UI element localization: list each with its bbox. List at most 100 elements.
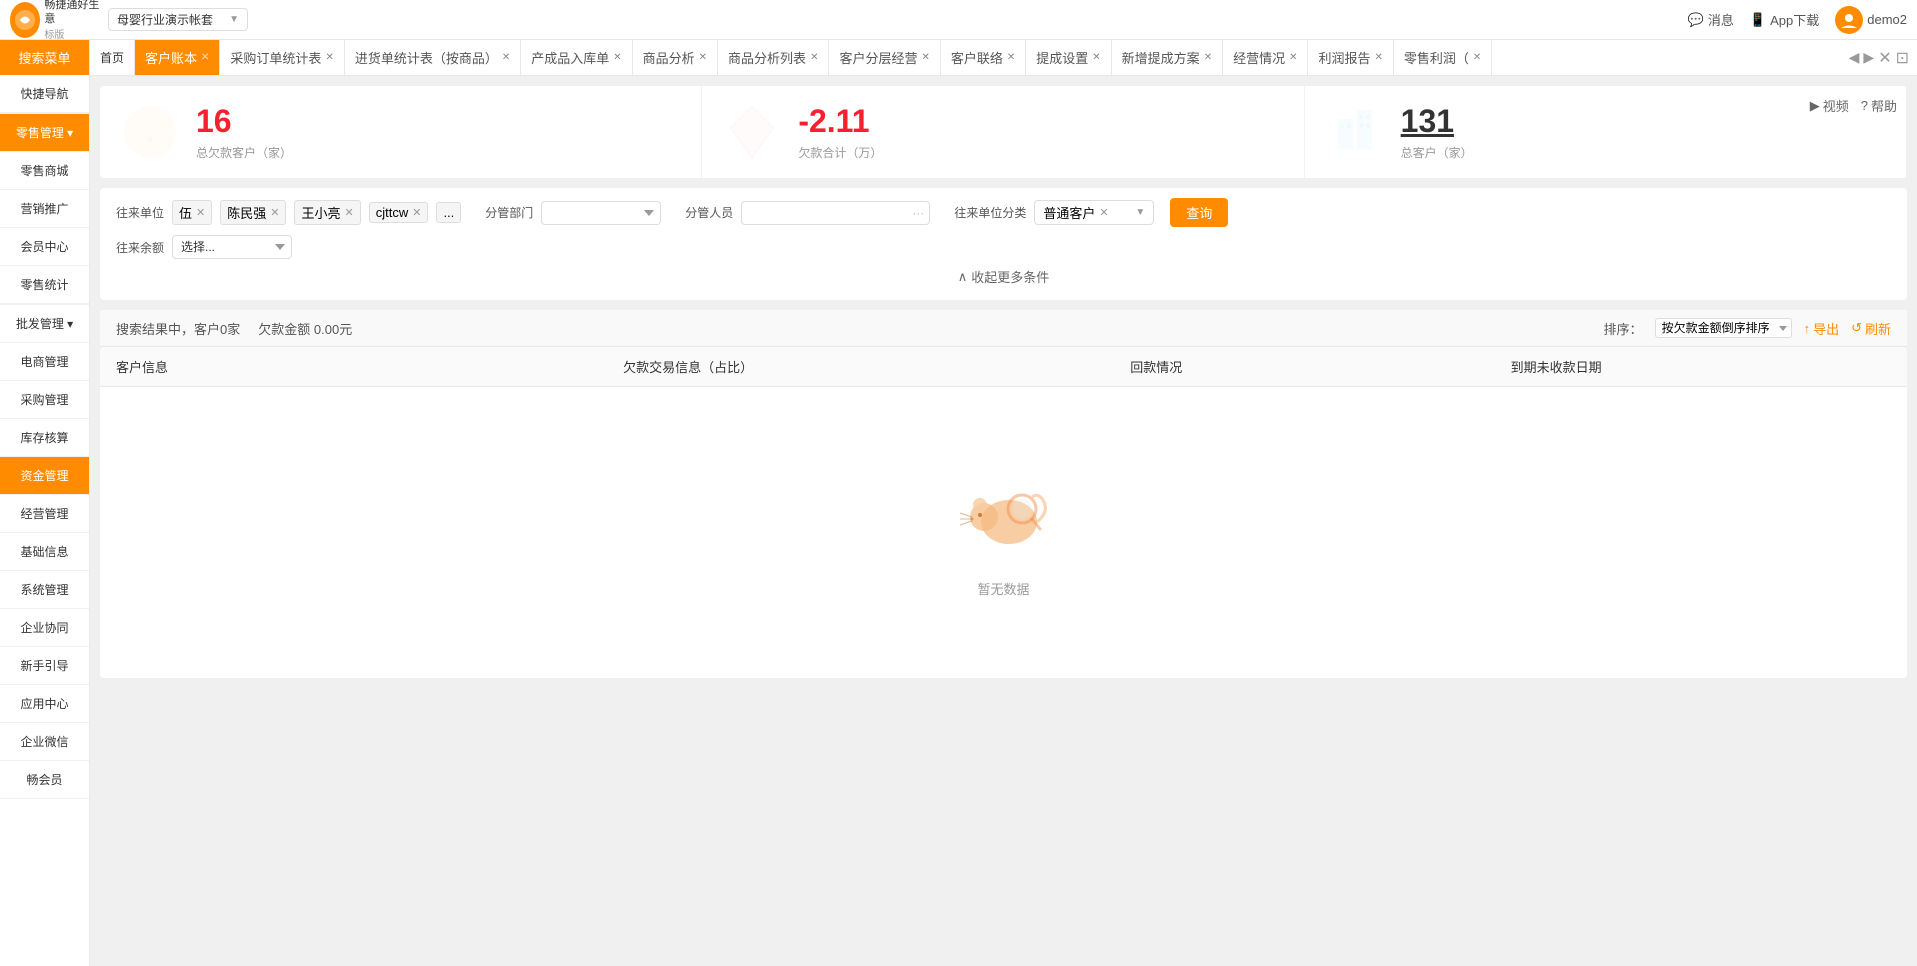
category-select-wrapper[interactable]: 普通客户 ✕ ▼ [1034,200,1154,225]
sidebar-item-retail-stats[interactable]: 零售统计 [0,266,89,304]
person-input-more-icon: ··· [912,206,924,220]
filter-tag-normal-customer: 普通客户 ✕ [1043,203,1108,222]
tab-right-arrow[interactable]: ▶ [1863,49,1874,66]
tab-customer-ledger[interactable]: 客户账本 ✕ [135,40,220,75]
tab-customer-contact[interactable]: 客户联络 ✕ [941,40,1026,75]
tab-new-commission[interactable]: 新增提成方案 ✕ [1112,40,1223,75]
chevron-up-icon: ∧ [958,269,968,285]
stat-info-total: 131 总客户（家） [1401,103,1473,161]
close-tab-purchase-order[interactable]: ✕ [325,52,333,63]
close-tab-retail-profit[interactable]: ✕ [1473,52,1481,63]
refresh-button[interactable]: ↺ 刷新 [1851,319,1891,338]
help-link[interactable]: ? 帮助 [1861,96,1897,115]
close-tab-product-analysis[interactable]: ✕ [699,52,707,63]
debtor-count-label: 总欠款客户（家） [196,144,292,161]
message-icon: 💬 [1688,12,1704,28]
sidebar-item-marketing[interactable]: 营销推广 [0,190,89,228]
debtor-count-value: 16 [196,103,292,140]
tab-purchase-order-stats[interactable]: 采购订单统计表 ✕ [220,40,344,75]
close-tab-customer-contact[interactable]: ✕ [1007,52,1015,63]
tab-retail-profit[interactable]: 零售利润（ ✕ [1394,40,1492,75]
tab-customer-tier[interactable]: 客户分层经营 ✕ [829,40,940,75]
sidebar: 搜索菜单 快捷导航 零售管理 ▾ 零售商城 营销推广 会员中心 零售统计 批发管… [0,40,90,966]
export-icon: ↑ [1804,321,1811,336]
tab-commission-settings[interactable]: 提成设置 ✕ [1026,40,1111,75]
logo-area: 畅捷通好生意 标版 [10,0,100,41]
phone-icon: 📱 [1750,12,1766,28]
username-label: demo2 [1867,12,1907,27]
close-tab-commission[interactable]: ✕ [1092,52,1100,63]
tab-profit-report[interactable]: 利润报告 ✕ [1308,40,1393,75]
app-download-button[interactable]: 📱 App下载 [1750,10,1819,29]
tab-product-analysis[interactable]: 商品分析 ✕ [633,40,718,75]
sidebar-item-finance[interactable]: 资金管理 [0,457,89,495]
sidebar-item-app-center[interactable]: 应用中心 [0,685,89,723]
tab-purchase-stats-product[interactable]: 进货单统计表（按商品） ✕ [345,40,521,75]
query-button[interactable]: 查询 [1170,198,1228,227]
filter-tag-more[interactable]: ... [436,202,461,223]
close-tab-operations[interactable]: ✕ [1289,52,1297,63]
sidebar-item-operations[interactable]: 经营管理 [0,495,89,533]
building-icon [1325,102,1385,162]
col-header-debt-info: 欠款交易信息（占比） [623,357,1130,376]
top-right-help-actions: ▶ 视频 ? 帮助 [1810,96,1897,115]
total-customers-label: 总客户（家） [1401,144,1473,161]
sidebar-item-member[interactable]: 会员中心 [0,228,89,266]
help-icon: ? [1861,98,1868,113]
remove-tag-wang[interactable]: ✕ [345,206,354,219]
results-right-actions: 排序： 按欠款金额倒序排序 ↑ 导出 ↺ 刷新 [1604,318,1891,338]
top-bar: 畅捷通好生意 标版 母婴行业演示帐套 ▼ 💬 消息 📱 App下载 demo2 [0,0,1917,40]
person-input[interactable] [741,201,930,225]
close-tab-product-inbound[interactable]: ✕ [613,52,621,63]
sidebar-item-wechat[interactable]: 企业微信 [0,723,89,761]
remove-tag-normal-customer[interactable]: ✕ [1099,206,1108,219]
sort-select[interactable]: 按欠款金额倒序排序 [1655,318,1792,338]
unit-filter-label: 往来单位 [116,204,164,221]
message-button[interactable]: 💬 消息 [1688,10,1734,29]
sidebar-item-vip[interactable]: 畅会员 [0,761,89,799]
sidebar-item-purchase[interactable]: 采购管理 [0,381,89,419]
tab-product-inbound[interactable]: 产成品入库单 ✕ [521,40,632,75]
logo-icon [10,2,40,38]
video-link[interactable]: ▶ 视频 [1810,96,1849,115]
user-profile[interactable]: demo2 [1835,6,1907,34]
sidebar-item-basic-info[interactable]: 基础信息 [0,533,89,571]
sidebar-item-retail-mall[interactable]: 零售商城 [0,152,89,190]
sidebar-quick-nav[interactable]: 快捷导航 [0,75,89,113]
dept-select[interactable] [541,201,661,225]
remove-tag-chen[interactable]: ✕ [270,206,279,219]
stat-card-amount: -2.11 欠款合计（万） [702,86,1304,178]
sidebar-item-wholesale[interactable]: 批发管理 ▾ [0,305,89,343]
account-selector[interactable]: 母婴行业演示帐套 ▼ [108,8,248,31]
tab-left-arrow[interactable]: ◀ [1849,49,1860,66]
logo-text-area: 畅捷通好生意 标版 [44,0,100,41]
tab-operations[interactable]: 经营情况 ✕ [1223,40,1308,75]
close-tab-product-analysis-list[interactable]: ✕ [810,52,818,63]
close-tab-customer-tier[interactable]: ✕ [921,52,929,63]
tab-expand[interactable]: ⊡ [1896,48,1909,68]
sidebar-item-inventory[interactable]: 库存核算 [0,419,89,457]
stat-info-debtors: 16 总欠款客户（家） [196,103,292,161]
balance-select[interactable]: 选择... [172,235,292,259]
remove-tag-wu[interactable]: ✕ [196,206,205,219]
tab-home[interactable]: 首页 [90,40,135,75]
collapse-button[interactable]: ∧ 收起更多条件 [116,267,1891,286]
export-button[interactable]: ↑ 导出 [1804,319,1840,338]
sidebar-item-enterprise[interactable]: 企业协同 [0,609,89,647]
tab-close-all[interactable]: ✕ [1878,48,1891,68]
remove-tag-cjttcw[interactable]: ✕ [412,206,421,219]
sidebar-item-system[interactable]: 系统管理 [0,571,89,609]
empty-text: 暂无数据 [977,579,1029,598]
tab-scroll-arrows: ◀ ▶ ✕ ⊡ [1841,48,1917,68]
close-tab-profit-report[interactable]: ✕ [1375,52,1383,63]
sidebar-item-retail[interactable]: 零售管理 ▾ [0,114,89,152]
sidebar-search[interactable]: 搜索菜单 [0,40,89,75]
close-tab-customer-ledger[interactable]: ✕ [201,52,209,63]
close-tab-purchase-product[interactable]: ✕ [502,52,510,63]
tab-product-analysis-list[interactable]: 商品分析列表 ✕ [718,40,829,75]
sidebar-item-guide[interactable]: 新手引导 [0,647,89,685]
sidebar-item-ecommerce[interactable]: 电商管理 [0,343,89,381]
col-header-due-date: 到期未收款日期 [1511,357,1891,376]
close-tab-new-commission[interactable]: ✕ [1204,52,1212,63]
data-table: 客户信息 欠款交易信息（占比） 回款情况 到期未收款日期 [100,347,1907,678]
